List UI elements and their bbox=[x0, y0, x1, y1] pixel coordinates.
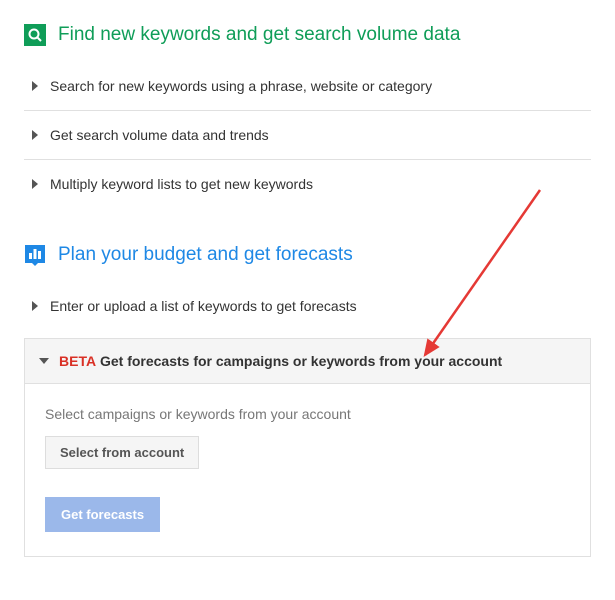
expanded-panel-forecasts: BETA Get forecasts for campaigns or keyw… bbox=[24, 338, 591, 557]
expand-row-upload-keywords[interactable]: Enter or upload a list of keywords to ge… bbox=[24, 282, 591, 330]
get-forecasts-button[interactable]: Get forecasts bbox=[45, 497, 160, 532]
body-label: Select campaigns or keywords from your a… bbox=[45, 406, 570, 422]
select-from-account-button[interactable]: Select from account bbox=[45, 436, 199, 469]
expanded-header[interactable]: BETA Get forecasts for campaigns or keyw… bbox=[25, 339, 590, 384]
expand-row-search-keywords[interactable]: Search for new keywords using a phrase, … bbox=[24, 62, 591, 111]
chevron-right-icon bbox=[32, 179, 38, 189]
chevron-down-icon bbox=[39, 358, 49, 364]
beta-badge: BETA bbox=[59, 353, 96, 369]
expand-row-label: Get search volume data and trends bbox=[50, 127, 269, 143]
expand-row-label: Enter or upload a list of keywords to ge… bbox=[50, 298, 357, 314]
chevron-right-icon bbox=[32, 301, 38, 311]
expand-row-volume-data[interactable]: Get search volume data and trends bbox=[24, 111, 591, 160]
expand-row-multiply-lists[interactable]: Multiply keyword lists to get new keywor… bbox=[24, 160, 591, 208]
expanded-title: Get forecasts for campaigns or keywords … bbox=[100, 353, 502, 369]
expand-row-label: Search for new keywords using a phrase, … bbox=[50, 78, 432, 94]
chevron-right-icon bbox=[32, 130, 38, 140]
chart-icon bbox=[24, 244, 46, 266]
section-title-budget: Plan your budget and get forecasts bbox=[58, 244, 353, 266]
section-header-budget: Plan your budget and get forecasts bbox=[24, 244, 591, 266]
expanded-body: Select campaigns or keywords from your a… bbox=[25, 384, 590, 556]
chevron-right-icon bbox=[32, 81, 38, 91]
expand-row-label: Multiply keyword lists to get new keywor… bbox=[50, 176, 313, 192]
search-icon bbox=[24, 24, 46, 46]
section-title-keywords: Find new keywords and get search volume … bbox=[58, 24, 460, 46]
section-header-keywords: Find new keywords and get search volume … bbox=[24, 24, 591, 46]
